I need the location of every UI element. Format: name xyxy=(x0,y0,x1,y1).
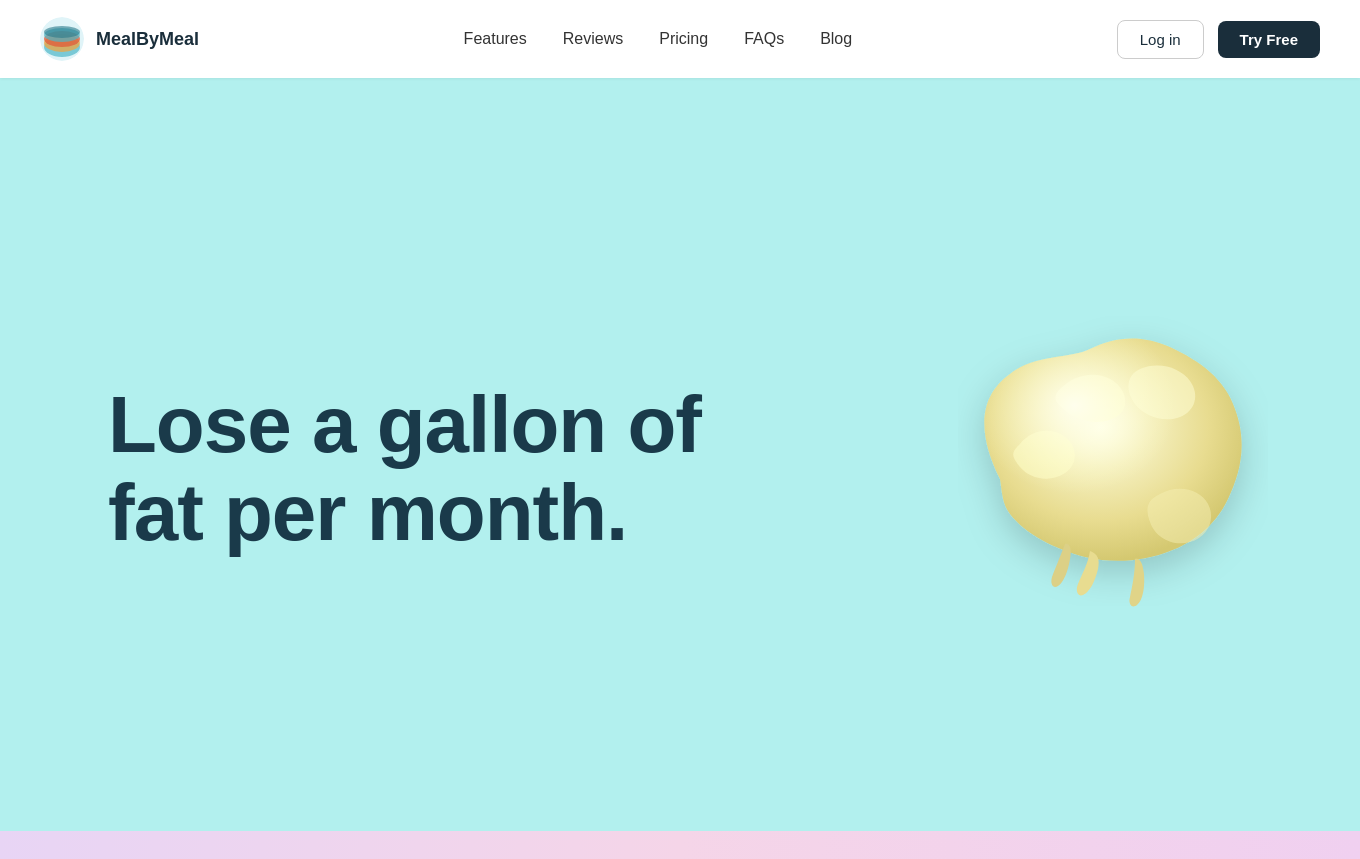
nav-link-features[interactable]: Features xyxy=(464,30,527,48)
nav-link-faqs[interactable]: FAQs xyxy=(744,30,784,48)
svg-point-5 xyxy=(44,26,80,38)
hero-section: Lose a gallon of fat per month. xyxy=(0,78,1360,859)
brand-logo xyxy=(40,17,84,61)
hero-headline-line2: fat per month. xyxy=(108,468,627,557)
hero-fat-blob-image xyxy=(920,279,1300,659)
nav-link-blog[interactable]: Blog xyxy=(820,30,852,48)
hero-headline: Lose a gallon of fat per month. xyxy=(108,381,701,557)
hero-headline-line1: Lose a gallon of xyxy=(108,380,701,469)
nav-link-reviews[interactable]: Reviews xyxy=(563,30,623,48)
navbar-brand: MealByMeal xyxy=(40,17,199,61)
hero-text-block: Lose a gallon of fat per month. xyxy=(0,381,701,557)
fat-blob-svg xyxy=(920,279,1300,659)
navbar-actions: Log in Try Free xyxy=(1117,20,1320,59)
nav-link-pricing[interactable]: Pricing xyxy=(659,30,708,48)
brand-name-text: MealByMeal xyxy=(96,29,199,50)
login-button[interactable]: Log in xyxy=(1117,20,1204,59)
hero-bottom-strip xyxy=(0,831,1360,859)
navbar: MealByMeal Features Reviews Pricing FAQs… xyxy=(0,0,1360,78)
nav-links: Features Reviews Pricing FAQs Blog xyxy=(464,30,853,48)
try-free-button[interactable]: Try Free xyxy=(1218,21,1320,58)
